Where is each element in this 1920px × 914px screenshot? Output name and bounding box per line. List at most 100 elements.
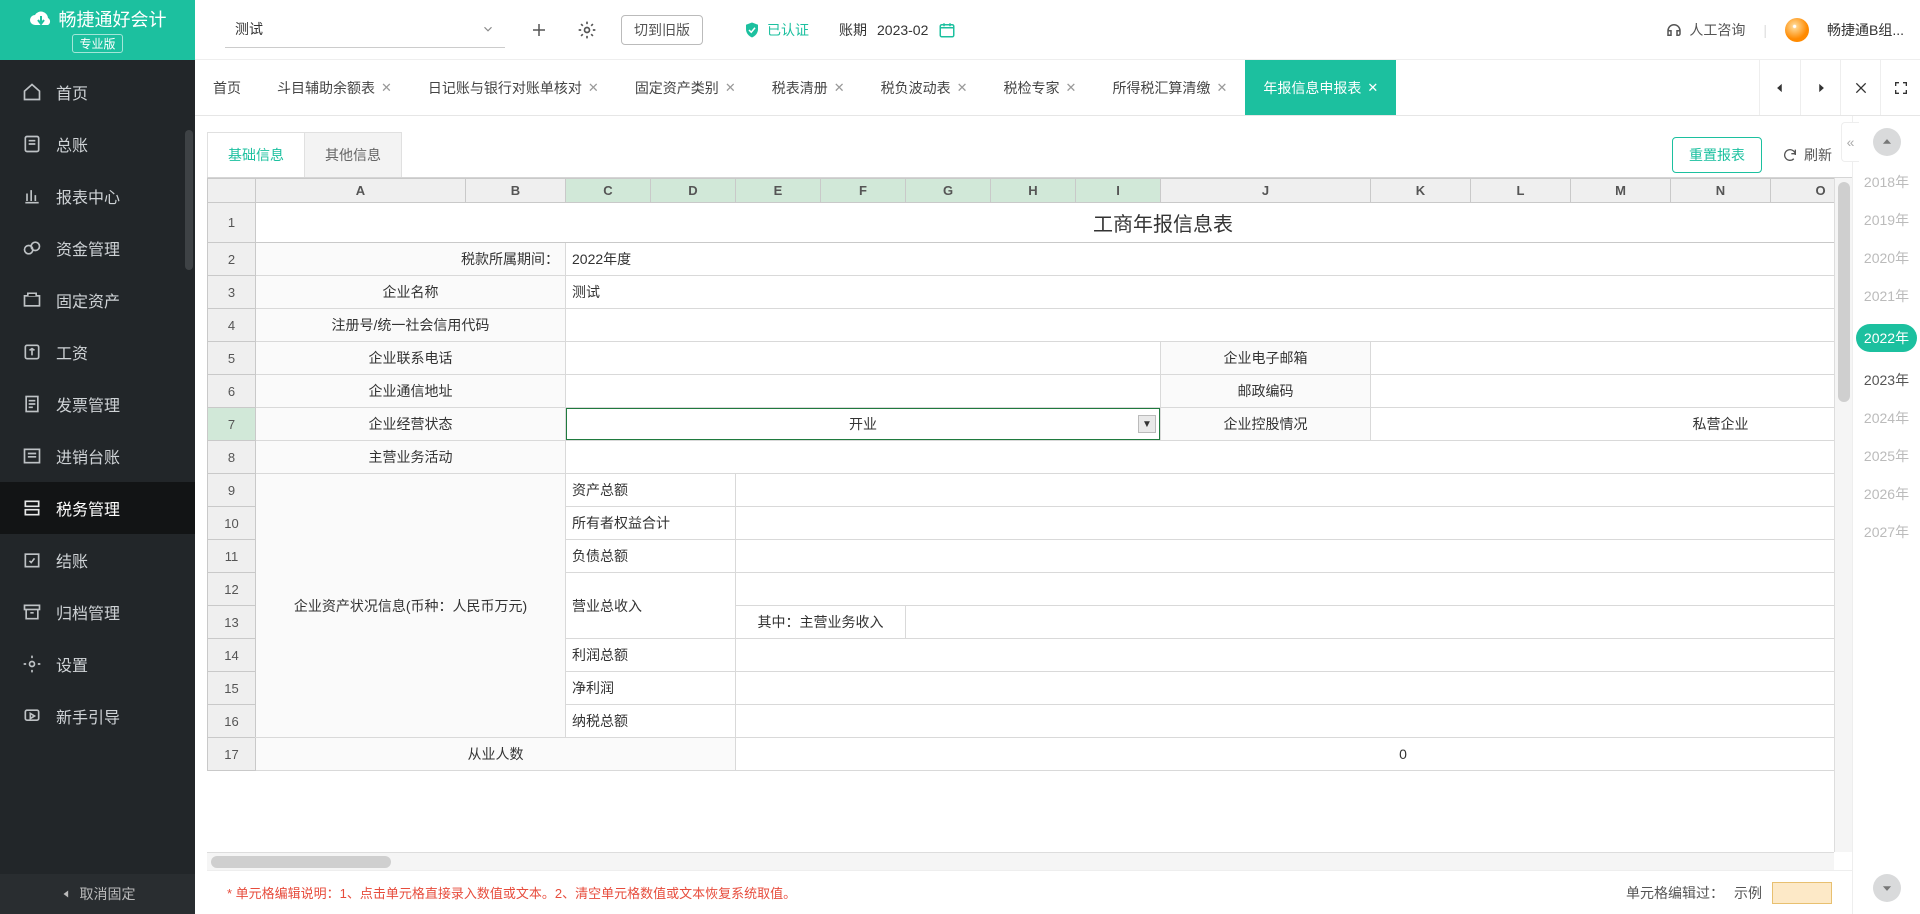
row-header-4[interactable]: 4 <box>208 309 256 342</box>
manual-consult[interactable]: 人工咨询 <box>1665 20 1745 40</box>
tab-1[interactable]: 斗目辅助余额表✕ <box>259 60 410 115</box>
tab-close-icon[interactable]: ✕ <box>1216 80 1227 96</box>
row-header-10[interactable]: 10 <box>208 507 256 540</box>
sheet-corner[interactable] <box>208 179 256 203</box>
sidebar-item-close-period[interactable]: 结账 <box>0 534 195 586</box>
sidebar-item-tax[interactable]: 税务管理 <box>0 482 195 534</box>
row-header-3[interactable]: 3 <box>208 276 256 309</box>
user-name[interactable]: 畅捷通B组... <box>1827 20 1904 40</box>
col-header-A[interactable]: A <box>256 179 466 203</box>
sidebar-item-settings[interactable]: 设置 <box>0 638 195 690</box>
row-header-9[interactable]: 9 <box>208 474 256 507</box>
user-avatar[interactable] <box>1785 18 1809 42</box>
year-2023年[interactable]: 2023年 <box>1864 370 1909 390</box>
tab-5[interactable]: 税负波动表✕ <box>863 60 986 115</box>
col-header-L[interactable]: L <box>1471 179 1571 203</box>
row-header-14[interactable]: 14 <box>208 639 256 672</box>
rail-collapse[interactable]: « <box>1841 122 1859 162</box>
col-header-C[interactable]: C <box>566 179 651 203</box>
rail-up[interactable] <box>1873 128 1901 156</box>
row-header-11[interactable]: 11 <box>208 540 256 573</box>
col-header-D[interactable]: D <box>651 179 736 203</box>
tab-0[interactable]: 首页 <box>195 60 259 115</box>
tab-8[interactable]: 年报信息申报表✕ <box>1245 60 1396 115</box>
add-button[interactable] <box>525 16 553 44</box>
tab-2[interactable]: 日记账与银行对账单核对✕ <box>410 60 617 115</box>
sheet-vertical-scrollbar[interactable] <box>1834 178 1852 852</box>
tab-4[interactable]: 税表清册✕ <box>754 60 863 115</box>
row-header-1[interactable]: 1 <box>208 203 256 243</box>
sidebar-item-asset[interactable]: 固定资产 <box>0 274 195 326</box>
year-2019年[interactable]: 2019年 <box>1864 210 1909 230</box>
tab-close-icon[interactable]: ✕ <box>834 80 845 96</box>
row-header-13[interactable]: 13 <box>208 606 256 639</box>
col-header-M[interactable]: M <box>1571 179 1671 203</box>
subtab-0[interactable]: 基础信息 <box>208 133 305 177</box>
sheet-title: 工商年报信息表 <box>256 203 1853 243</box>
sidebar-item-archive[interactable]: 归档管理 <box>0 586 195 638</box>
sidebar-item-ledger[interactable]: 总账 <box>0 118 195 170</box>
sidebar-item-guide[interactable]: 新手引导 <box>0 690 195 742</box>
year-2022年[interactable]: 2022年 <box>1856 324 1917 352</box>
sidebar-item-home[interactable]: 首页 <box>0 66 195 118</box>
col-header-H[interactable]: H <box>991 179 1076 203</box>
year-2021年[interactable]: 2021年 <box>1864 286 1909 306</box>
tab-7[interactable]: 所得税汇算清缴✕ <box>1094 60 1245 115</box>
tab-6[interactable]: 税检专家✕ <box>986 60 1095 115</box>
tab-close-icon[interactable]: ✕ <box>725 80 736 96</box>
settings-icon[interactable] <box>573 16 601 44</box>
brand-edition: 专业版 <box>72 34 122 53</box>
col-header-B[interactable]: B <box>466 179 566 203</box>
tab-close-icon[interactable]: ✕ <box>957 80 968 96</box>
col-header-E[interactable]: E <box>736 179 821 203</box>
sheet-horizontal-scrollbar[interactable] <box>207 852 1834 870</box>
sidebar-item-invoice[interactable]: 发票管理 <box>0 378 195 430</box>
year-2025年[interactable]: 2025年 <box>1864 446 1909 466</box>
tabs-scroll-left[interactable] <box>1760 60 1800 115</box>
rail-down[interactable] <box>1873 874 1901 902</box>
reset-report-button[interactable]: 重置报表 <box>1672 137 1762 173</box>
row-header-5[interactable]: 5 <box>208 342 256 375</box>
col-header-K[interactable]: K <box>1371 179 1471 203</box>
sidebar-item-salary[interactable]: 工资 <box>0 326 195 378</box>
sidebar-item-money[interactable]: 资金管理 <box>0 222 195 274</box>
tab-close-icon[interactable]: ✕ <box>381 80 392 96</box>
row-header-8[interactable]: 8 <box>208 441 256 474</box>
year-2026年[interactable]: 2026年 <box>1864 484 1909 504</box>
row-header-16[interactable]: 16 <box>208 705 256 738</box>
row-header-6[interactable]: 6 <box>208 375 256 408</box>
tab-close-icon[interactable]: ✕ <box>1066 80 1077 96</box>
tab-close-icon[interactable]: ✕ <box>1367 80 1378 96</box>
col-header-J[interactable]: J <box>1161 179 1371 203</box>
accounting-period[interactable]: 账期 2023-02 <box>839 20 956 40</box>
col-header-G[interactable]: G <box>906 179 991 203</box>
unpin-sidebar[interactable]: 取消固定 <box>0 874 195 914</box>
year-2020年[interactable]: 2020年 <box>1864 248 1909 268</box>
sidebar-item-inout[interactable]: 进销台账 <box>0 430 195 482</box>
year-2027年[interactable]: 2027年 <box>1864 522 1909 542</box>
tab-3[interactable]: 固定资产类别✕ <box>617 60 754 115</box>
tab-close-all[interactable] <box>1840 60 1880 115</box>
sidebar-item-chart[interactable]: 报表中心 <box>0 170 195 222</box>
tab-close-icon[interactable]: ✕ <box>588 80 599 96</box>
year-2018年[interactable]: 2018年 <box>1864 172 1909 192</box>
company-selector[interactable]: 测试 <box>225 12 505 48</box>
row-header-7[interactable]: 7 <box>208 408 256 441</box>
row-header-12[interactable]: 12 <box>208 573 256 606</box>
col-header-F[interactable]: F <box>821 179 906 203</box>
row-header-17[interactable]: 17 <box>208 738 256 771</box>
row-header-15[interactable]: 15 <box>208 672 256 705</box>
business-status-cell[interactable]: 开业▼ <box>566 408 1161 441</box>
subtab-1[interactable]: 其他信息 <box>305 133 401 177</box>
year-2024年[interactable]: 2024年 <box>1864 408 1909 428</box>
col-header-I[interactable]: I <box>1076 179 1161 203</box>
switch-old-version-button[interactable]: 切到旧版 <box>621 15 703 45</box>
refresh-button[interactable]: 刷新 <box>1782 145 1832 165</box>
tabs-scroll-right[interactable] <box>1800 60 1840 115</box>
row-header-2[interactable]: 2 <box>208 243 256 276</box>
sidebar-scrollbar[interactable] <box>185 130 193 270</box>
col-header-N[interactable]: N <box>1671 179 1771 203</box>
dropdown-arrow-icon[interactable]: ▼ <box>1138 415 1156 433</box>
sheet-table[interactable]: ABCDEFGHIJKLMNOPQ 1工商年报信息表2税款所属期间：2022年度… <box>207 178 1852 771</box>
tab-fullscreen[interactable] <box>1880 60 1920 115</box>
